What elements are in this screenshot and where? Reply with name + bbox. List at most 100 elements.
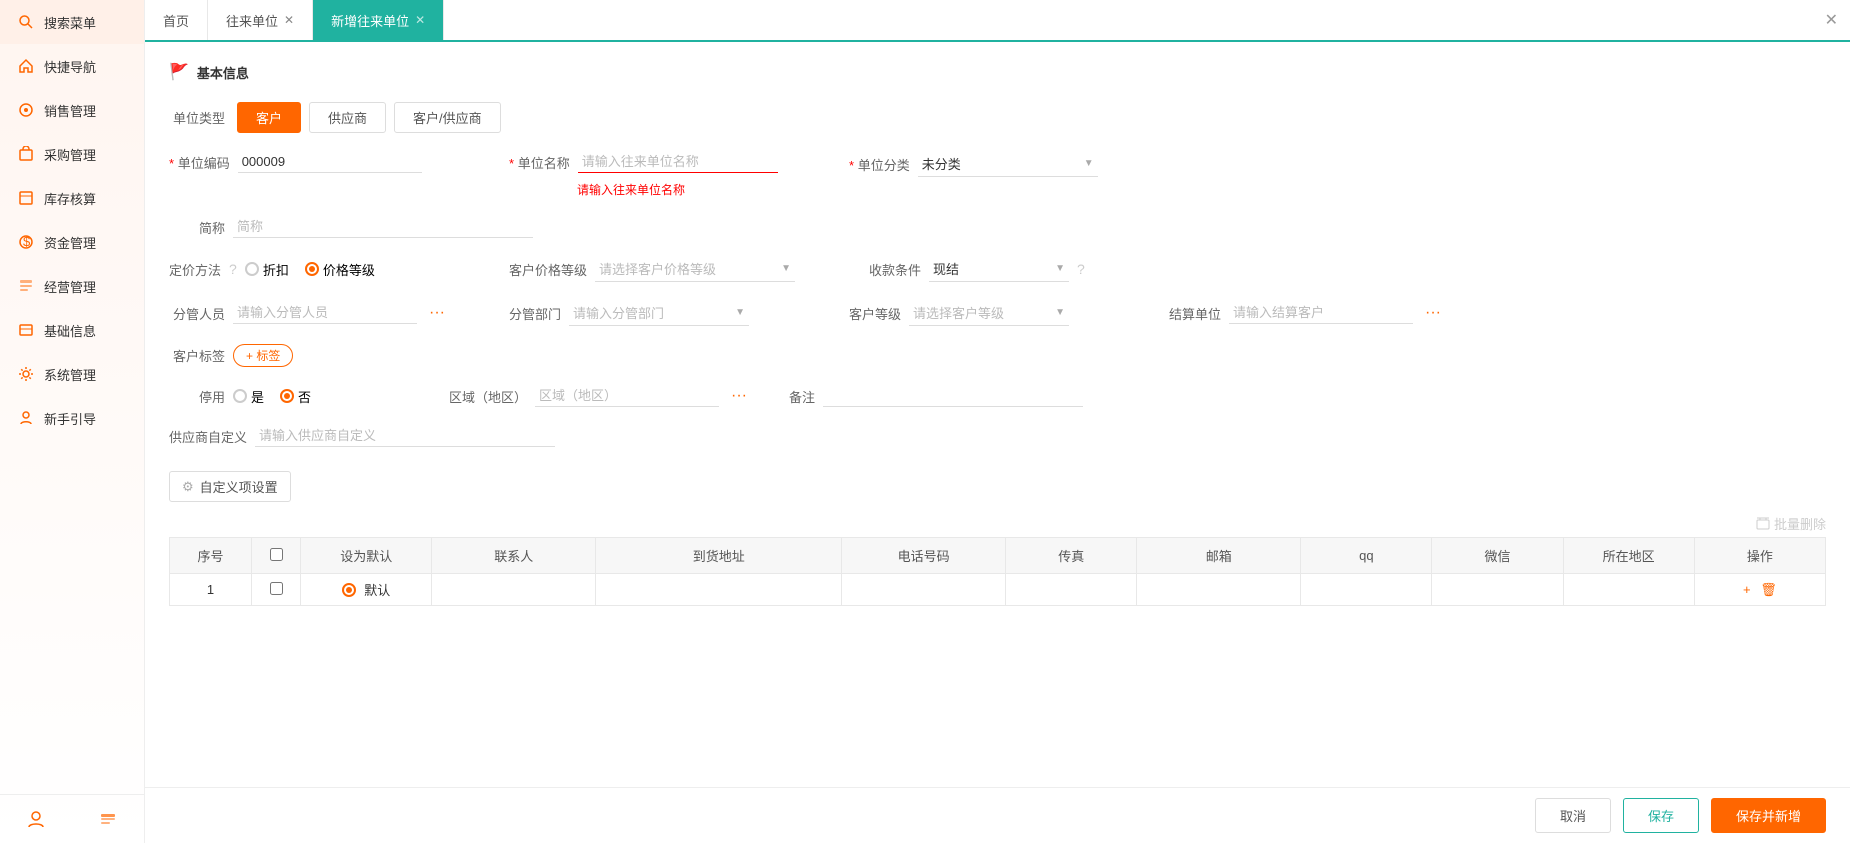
- sidebar-item-guide[interactable]: 新手引导: [0, 396, 144, 440]
- disabled-radio-no-label: 否: [298, 387, 311, 406]
- payment-terms-field: 收款条件 现结 ▼ ?: [869, 256, 1085, 282]
- disabled-label: 停用: [169, 387, 225, 406]
- short-name-input[interactable]: [237, 219, 529, 234]
- customer-level-label: 客户等级: [849, 304, 901, 323]
- tab-partners-close[interactable]: ✕: [284, 13, 294, 27]
- tab-home[interactable]: 首页: [145, 0, 208, 40]
- row-region[interactable]: [1563, 574, 1694, 606]
- row-phone-input[interactable]: [848, 583, 999, 597]
- payment-terms-help-icon[interactable]: ?: [1077, 261, 1085, 277]
- supplier-custom-input-wrap: [255, 425, 555, 447]
- unit-type-label: 单位类型: [169, 108, 225, 127]
- sales-icon: [16, 100, 36, 120]
- settlement-unit-input[interactable]: [1233, 305, 1409, 320]
- tab-close-all[interactable]: ✕: [1813, 0, 1850, 40]
- sidebar-item-purchase[interactable]: 采购管理: [0, 132, 144, 176]
- tab-new-partner[interactable]: 新增往来单位 ✕: [313, 0, 444, 40]
- sidebar-item-base-label: 基础信息: [44, 321, 96, 340]
- payment-terms-select[interactable]: 现结 ▼: [929, 256, 1069, 282]
- main-area: 首页 往来单位 ✕ 新增往来单位 ✕ ✕ 🚩 基本信息 单位类型 客户 供应商: [145, 0, 1850, 843]
- row-address-input[interactable]: [602, 583, 835, 597]
- manager-label: 分管人员: [169, 304, 225, 323]
- sidebar-bottom-icon-1[interactable]: [20, 803, 52, 835]
- cancel-button[interactable]: 取消: [1535, 798, 1611, 833]
- department-select[interactable]: 请输入分管部门 ▼: [569, 300, 749, 326]
- disabled-radio-yes[interactable]: 是: [233, 387, 264, 406]
- region-input[interactable]: [539, 388, 715, 403]
- supplier-custom-input[interactable]: [259, 428, 551, 443]
- sidebar: 搜索菜单 快捷导航 销售管理 采购管理 库存核算 $ 资金管理 经营管理: [0, 0, 145, 843]
- pricing-radio-discount[interactable]: 折扣: [245, 260, 289, 279]
- tab-new-partner-close[interactable]: ✕: [415, 13, 425, 27]
- row-delete-btn[interactable]: 🗑: [1760, 582, 1777, 597]
- custom-settings-button[interactable]: ⚙ 自定义项设置: [169, 471, 291, 502]
- manager-dots-btn[interactable]: ···: [425, 304, 449, 322]
- customer-price-level-select[interactable]: 请选择客户价格等级 ▼: [595, 256, 795, 282]
- row-email-input[interactable]: [1143, 583, 1294, 597]
- customer-level-select[interactable]: 请选择客户等级 ▼: [909, 300, 1069, 326]
- unit-category-label: * 单位分类: [849, 155, 910, 174]
- disabled-radio-no[interactable]: 否: [280, 387, 311, 406]
- row-qq[interactable]: [1301, 574, 1432, 606]
- table-header-checkbox[interactable]: [270, 548, 283, 561]
- tab-partners[interactable]: 往来单位 ✕: [208, 0, 313, 40]
- row-contact[interactable]: [432, 574, 596, 606]
- tab-partners-label: 往来单位: [226, 11, 278, 30]
- settlement-unit-dots-btn[interactable]: ···: [1421, 304, 1445, 322]
- save-button[interactable]: 保存: [1623, 798, 1699, 833]
- unit-category-arrow: ▼: [1084, 158, 1094, 169]
- unit-category-select[interactable]: 未分类 ▼: [918, 151, 1098, 177]
- sidebar-item-sales[interactable]: 销售管理: [0, 88, 144, 132]
- sidebar-item-system[interactable]: 系统管理: [0, 352, 144, 396]
- sidebar-item-quicknav[interactable]: 快捷导航: [0, 44, 144, 88]
- sidebar-item-ops[interactable]: 经营管理: [0, 264, 144, 308]
- manager-input[interactable]: [237, 305, 413, 320]
- shortname-row: 简称: [169, 216, 1826, 238]
- sidebar-item-base[interactable]: 基础信息: [0, 308, 144, 352]
- row-checkbox[interactable]: [251, 574, 300, 606]
- row-add-btn[interactable]: +: [1743, 582, 1751, 597]
- sidebar-item-search[interactable]: 搜索菜单: [0, 0, 144, 44]
- sidebar-bottom-icon-2[interactable]: [92, 803, 124, 835]
- row-wechat[interactable]: [1432, 574, 1563, 606]
- region-dots-btn[interactable]: ···: [727, 387, 751, 405]
- row-contact-input[interactable]: [438, 583, 589, 597]
- customer-level-field: 客户等级 请选择客户等级 ▼: [849, 300, 1169, 326]
- unit-code-field: * 单位编码: [169, 151, 509, 173]
- col-fax: 传真: [1006, 538, 1137, 574]
- sidebar-item-finance[interactable]: $ 资金管理: [0, 220, 144, 264]
- row-wechat-input[interactable]: [1438, 583, 1556, 597]
- row-address[interactable]: [596, 574, 842, 606]
- disabled-radio-group: 是 否: [233, 387, 311, 406]
- unit-btn-both[interactable]: 客户/供应商: [394, 102, 501, 133]
- save-and-new-button[interactable]: 保存并新增: [1711, 798, 1826, 833]
- unit-code-input[interactable]: [242, 154, 418, 169]
- batch-delete[interactable]: 批量删除: [169, 514, 1826, 533]
- pricing-radio-level[interactable]: 价格等级: [305, 260, 375, 279]
- row-fax[interactable]: [1006, 574, 1137, 606]
- sidebar-item-inventory[interactable]: 库存核算: [0, 176, 144, 220]
- pricing-help-icon[interactable]: ?: [229, 261, 237, 277]
- row-checkbox-input[interactable]: [270, 582, 283, 595]
- add-tag-button[interactable]: + 标签: [233, 344, 293, 367]
- unit-name-input[interactable]: [582, 154, 774, 169]
- row-region-input[interactable]: [1570, 583, 1688, 597]
- unit-btn-supplier[interactable]: 供应商: [309, 102, 386, 133]
- form-content: 🚩 基本信息 单位类型 客户 供应商 客户/供应商 * 单位编码: [145, 42, 1850, 787]
- row-default-radio[interactable]: 默认: [307, 580, 425, 599]
- row-email[interactable]: [1137, 574, 1301, 606]
- col-checkbox[interactable]: [251, 538, 300, 574]
- tab-spacer: [444, 0, 1812, 40]
- sidebar-item-ops-label: 经营管理: [44, 277, 96, 296]
- row-qq-input[interactable]: [1307, 583, 1425, 597]
- row-phone[interactable]: [842, 574, 1006, 606]
- col-no: 序号: [170, 538, 252, 574]
- customer-price-level-placeholder: 请选择客户价格等级: [599, 259, 781, 278]
- pricing-radio-group: 折扣 价格等级: [245, 260, 375, 279]
- supplier-custom-field: 供应商自定义: [169, 425, 555, 447]
- customer-tag-label: 客户标签: [169, 346, 225, 365]
- remark-input[interactable]: [827, 388, 1079, 403]
- unit-name-label: * 单位名称: [509, 153, 570, 172]
- row-fax-input[interactable]: [1012, 583, 1130, 597]
- unit-btn-customer[interactable]: 客户: [237, 102, 301, 133]
